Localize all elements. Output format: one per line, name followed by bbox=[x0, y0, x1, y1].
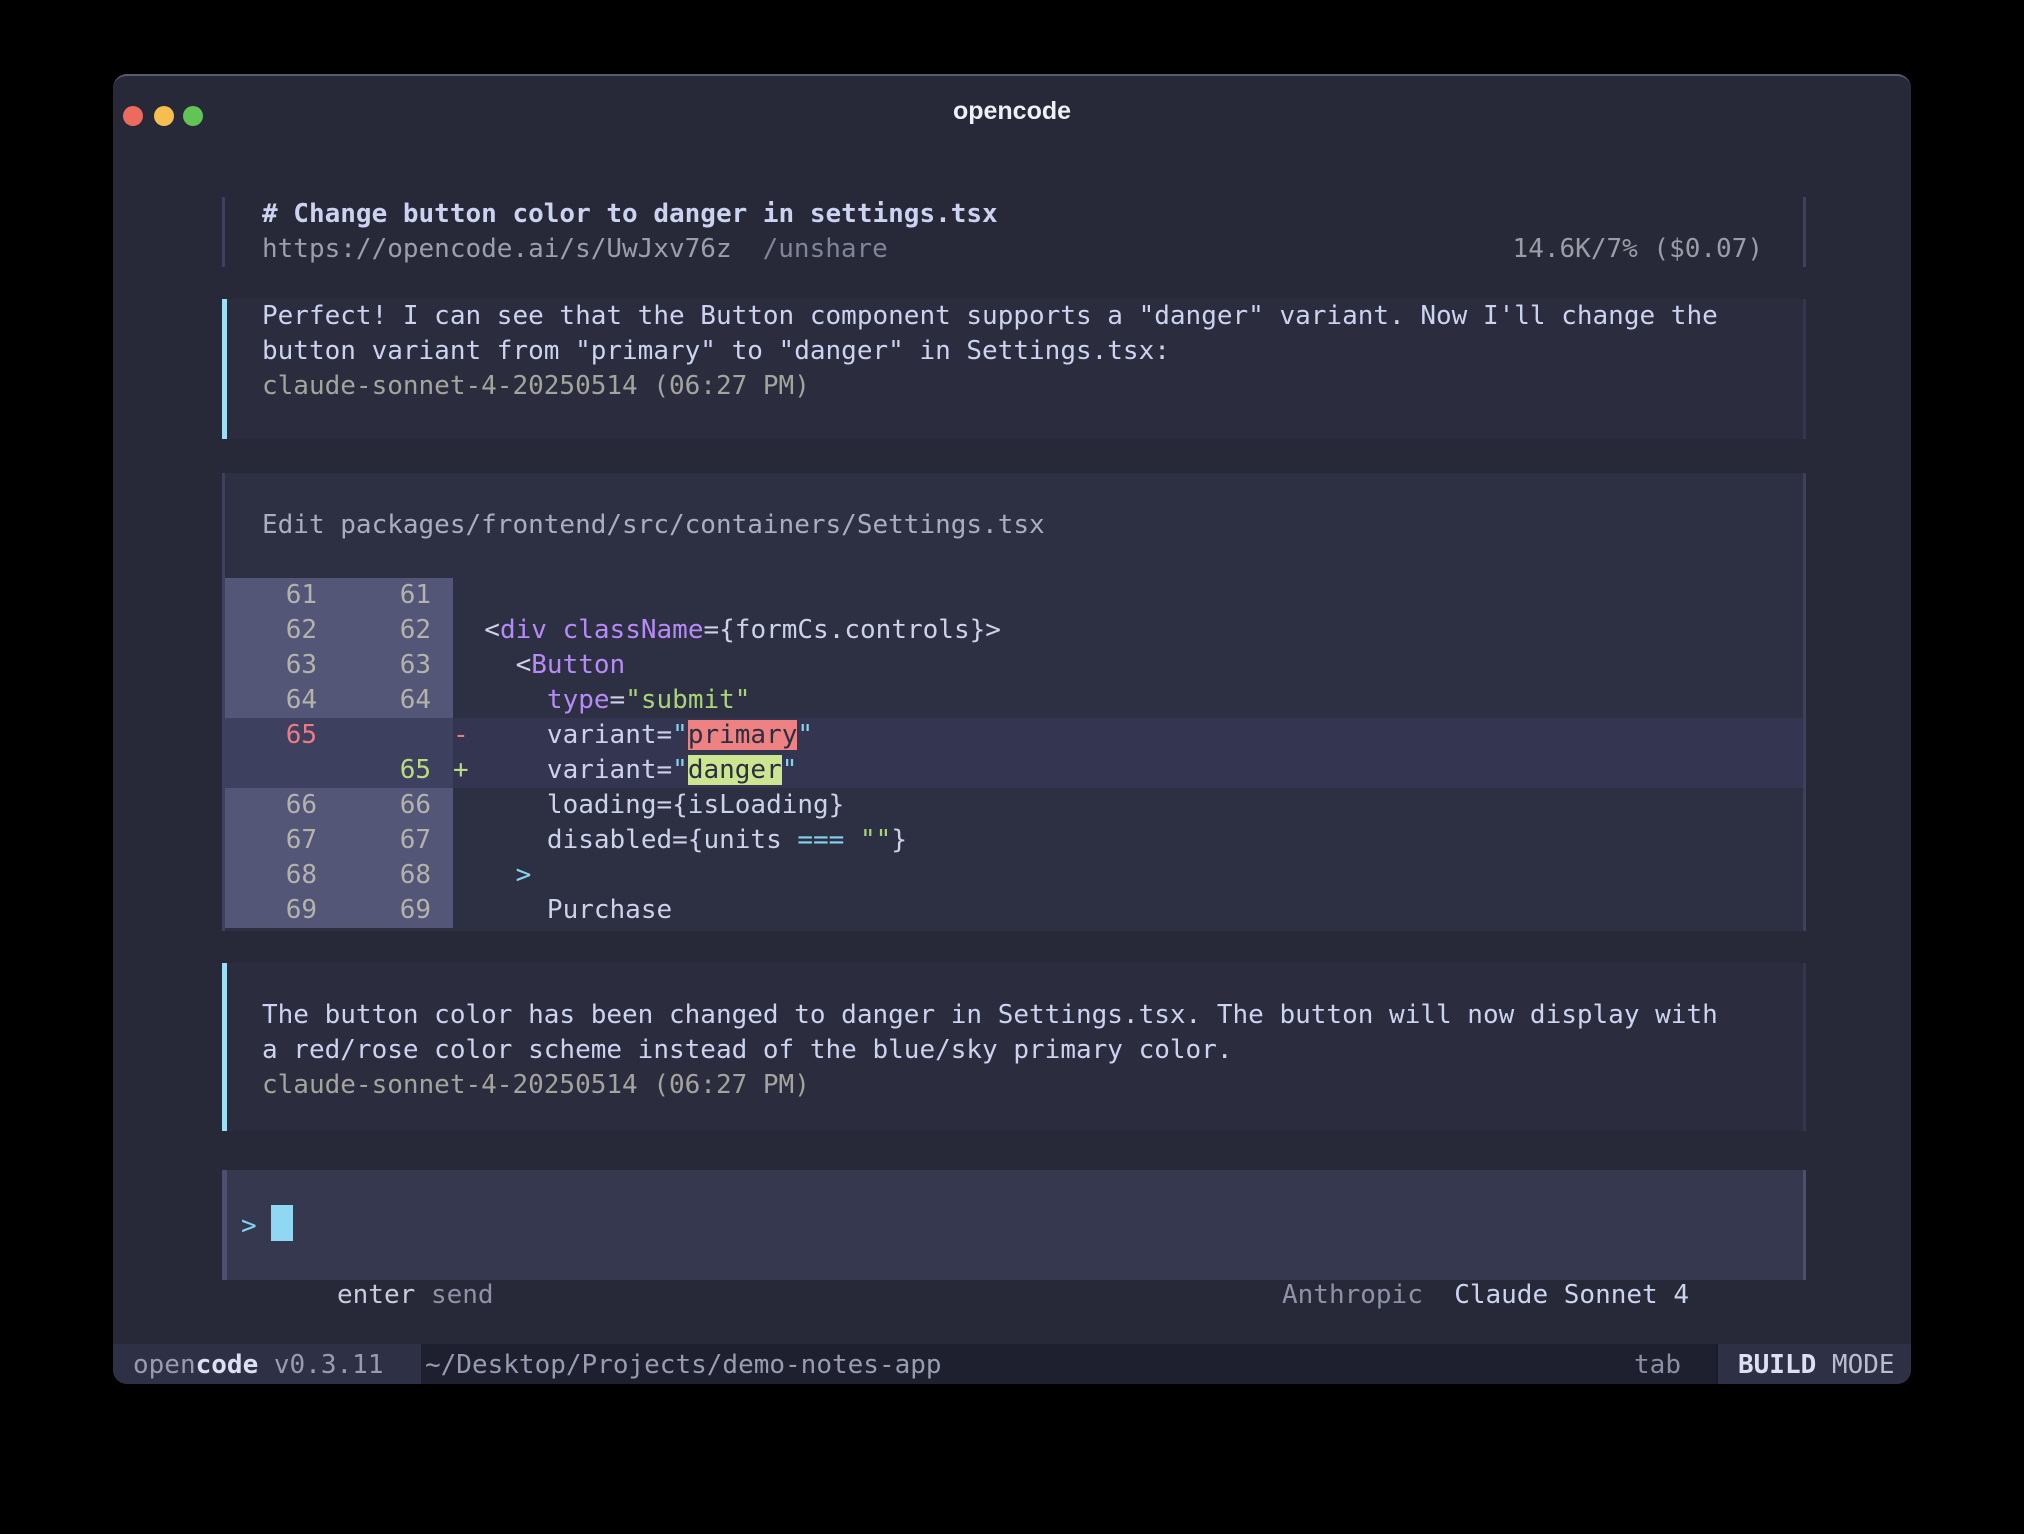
line-number-new: 63 bbox=[339, 648, 453, 683]
assistant-message: The button color has been changed to dan… bbox=[222, 963, 1806, 1131]
line-number-old: 67 bbox=[225, 823, 339, 858]
code-line: Purchase bbox=[453, 893, 1803, 928]
diff-row: 6262 <div className={formCs.controls}> bbox=[225, 613, 1803, 648]
message-text: button variant from "primary" to "danger… bbox=[262, 334, 1803, 369]
diff-row: 6363 <Button bbox=[225, 648, 1803, 683]
code-line: - variant="primary" bbox=[453, 718, 1803, 753]
diff-row: 65 - variant="primary" bbox=[225, 718, 1803, 753]
code-line: <Button bbox=[453, 648, 1803, 683]
diff-row: 6868 > bbox=[225, 858, 1803, 893]
diff-row: 6969 Purchase bbox=[225, 893, 1803, 928]
line-number-new: 62 bbox=[339, 613, 453, 648]
message-text: The button color has been changed to dan… bbox=[262, 998, 1803, 1033]
diff-row: 6767 disabled={units === ""} bbox=[225, 823, 1803, 858]
edit-tool-title: Edit packages/frontend/src/containers/Se… bbox=[225, 508, 1803, 543]
tab-key-hint[interactable]: tab bbox=[1634, 1344, 1681, 1384]
line-number-old bbox=[225, 753, 339, 788]
line-number-old: 69 bbox=[225, 893, 339, 928]
assistant-message: Perfect! I can see that the Button compo… bbox=[222, 299, 1806, 439]
token-cost-stats: 14.6K/7% ($0.07) bbox=[1513, 232, 1803, 267]
code-line: type="submit" bbox=[453, 683, 1803, 718]
message-text: a red/rose color scheme instead of the b… bbox=[262, 1033, 1803, 1068]
session-header: # Change button color to danger in setti… bbox=[222, 197, 1806, 267]
model-info: Anthropic Claude Sonnet 4 bbox=[1282, 1278, 1806, 1313]
diff-row: 6464 type="submit" bbox=[225, 683, 1803, 718]
line-number-old: 62 bbox=[225, 613, 339, 648]
diff-row: 6161 bbox=[225, 578, 1803, 613]
code-line: + variant="danger" bbox=[453, 753, 1803, 788]
titlebar: opencode bbox=[113, 76, 1911, 146]
message-text: Perfect! I can see that the Button compo… bbox=[262, 299, 1803, 334]
line-number-old: 68 bbox=[225, 858, 339, 893]
session-title: # Change button color to danger in setti… bbox=[262, 197, 1803, 232]
build-mode-chip[interactable]: BUILD MODE bbox=[1716, 1344, 1911, 1384]
model-name: Claude Sonnet 4 bbox=[1439, 1280, 1689, 1310]
line-number-new: 66 bbox=[339, 788, 453, 823]
hint-footer: enter send Anthropic Claude Sonnet 4 bbox=[222, 1278, 1806, 1313]
diff-row: 65+ variant="danger" bbox=[225, 753, 1803, 788]
code-line: disabled={units === ""} bbox=[453, 823, 1803, 858]
provider-label: Anthropic bbox=[1282, 1280, 1423, 1310]
line-number-old: 66 bbox=[225, 788, 339, 823]
diff-row: 6666 loading={isLoading} bbox=[225, 788, 1803, 823]
app-version-chip: opencode v0.3.11 bbox=[113, 1344, 421, 1384]
code-line bbox=[453, 578, 1803, 613]
line-number-new: 65 bbox=[339, 753, 453, 788]
line-number-old: 64 bbox=[225, 683, 339, 718]
working-directory: ~/Desktop/Projects/demo-notes-app bbox=[425, 1344, 942, 1384]
text-cursor bbox=[271, 1205, 293, 1241]
diff-table: 61616262 <div className={formCs.controls… bbox=[225, 578, 1803, 928]
code-line: <div className={formCs.controls}> bbox=[453, 613, 1803, 648]
prompt-input[interactable]: > bbox=[222, 1170, 1806, 1280]
prompt-symbol: > bbox=[241, 1211, 257, 1241]
line-number-old: 63 bbox=[225, 648, 339, 683]
line-number-new: 67 bbox=[339, 823, 453, 858]
send-action-hint: send bbox=[415, 1278, 493, 1313]
status-bar: opencode v0.3.11 ~/Desktop/Projects/demo… bbox=[113, 1344, 1911, 1384]
model-timestamp: claude-sonnet-4-20250514 (06:27 PM) bbox=[262, 1068, 1803, 1103]
opencode-window: opencode # Change button color to danger… bbox=[113, 74, 1911, 1384]
model-timestamp: claude-sonnet-4-20250514 (06:27 PM) bbox=[262, 369, 1803, 404]
line-number-new: 64 bbox=[339, 683, 453, 718]
window-title: opencode bbox=[113, 76, 1911, 146]
line-number-old: 65 bbox=[225, 718, 339, 753]
share-url-link[interactable]: https://opencode.ai/s/UwJxv76z bbox=[262, 232, 732, 267]
line-number-old: 61 bbox=[225, 578, 339, 613]
code-line: loading={isLoading} bbox=[453, 788, 1803, 823]
enter-key-hint: enter bbox=[222, 1278, 415, 1313]
line-number-new: 68 bbox=[339, 858, 453, 893]
line-number-new: 69 bbox=[339, 893, 453, 928]
code-line: > bbox=[453, 858, 1803, 893]
line-number-new: 61 bbox=[339, 578, 453, 613]
edit-tool-card: Edit packages/frontend/src/containers/Se… bbox=[222, 473, 1806, 931]
line-number-new bbox=[339, 718, 453, 753]
unshare-command[interactable]: /unshare bbox=[763, 232, 888, 267]
